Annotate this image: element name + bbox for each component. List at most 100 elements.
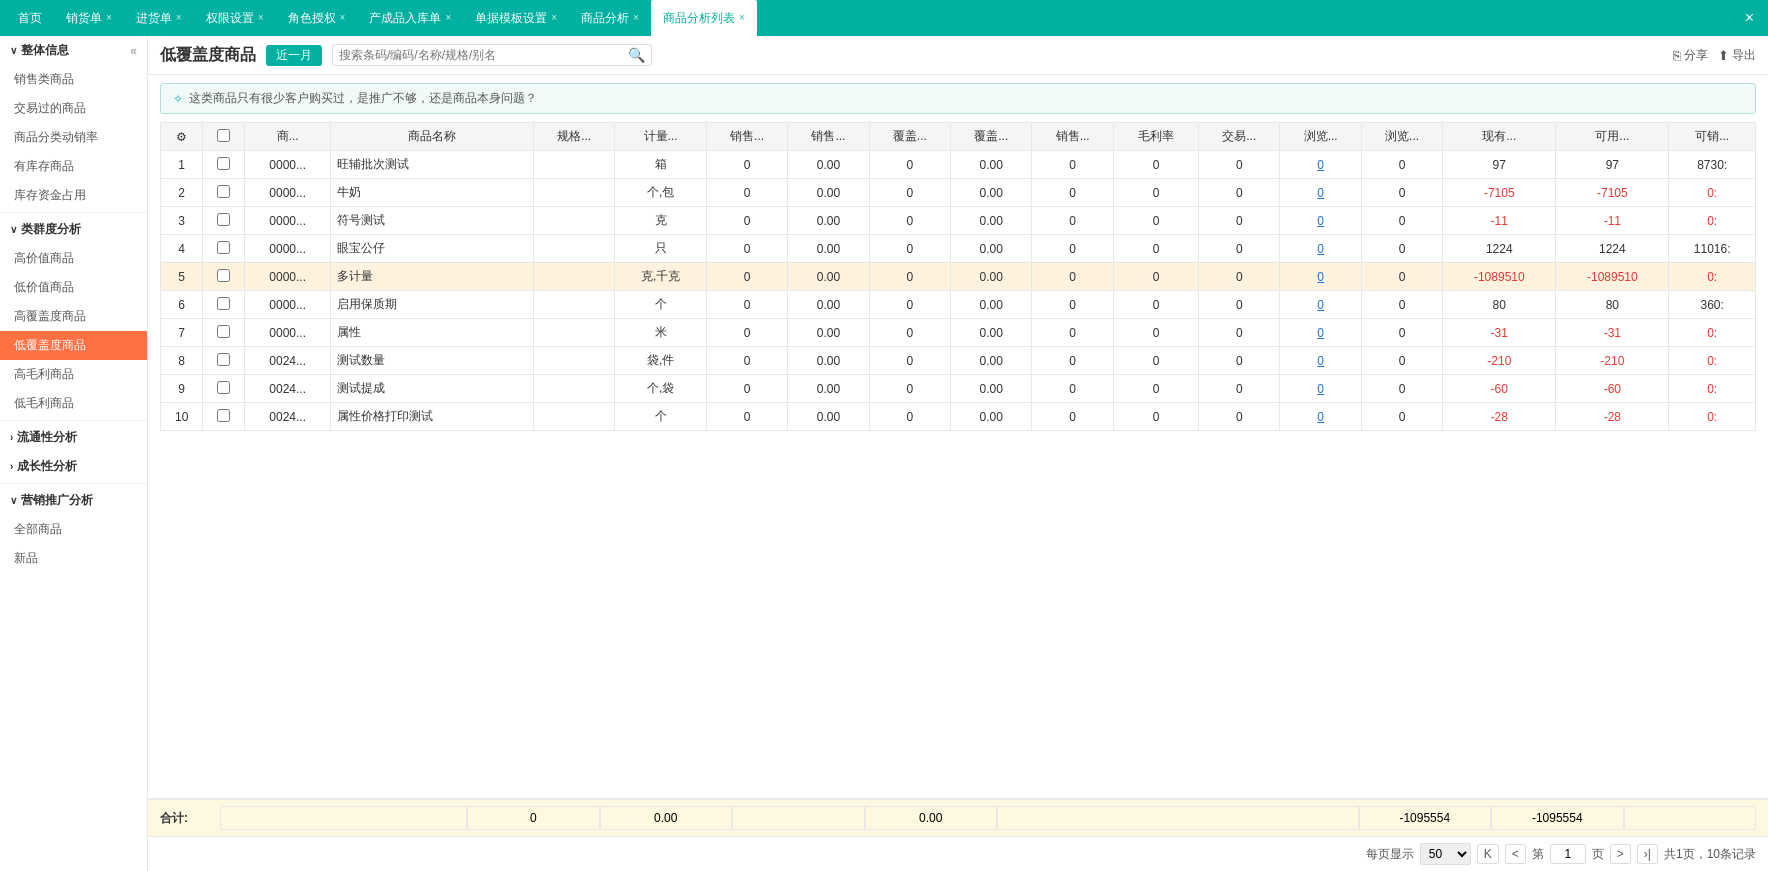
sidebar-section-overall[interactable]: ∨ 整体信息 « bbox=[0, 36, 147, 65]
cell-view1[interactable]: 0 bbox=[1280, 403, 1361, 431]
sidebar-item-stock-capital[interactable]: 库存资金占用 bbox=[0, 181, 147, 210]
cell-sales-amt: 0.00 bbox=[788, 375, 869, 403]
sidebar-section-flow[interactable]: › 流通性分析 bbox=[0, 423, 147, 452]
cell-view1[interactable]: 0 bbox=[1280, 375, 1361, 403]
nav-purchase-order[interactable]: 进货单 × bbox=[124, 0, 194, 36]
nav-close-7[interactable]: × bbox=[633, 0, 639, 36]
sidebar-item-category-turnover[interactable]: 商品分类动销率 bbox=[0, 123, 147, 152]
row-checkbox[interactable] bbox=[217, 409, 230, 422]
prev-page-btn[interactable]: < bbox=[1505, 844, 1526, 864]
sidebar-item-low-coverage[interactable]: 低覆盖度商品 bbox=[0, 331, 147, 360]
nav-home[interactable]: 首页 bbox=[6, 0, 54, 36]
page-number-input[interactable] bbox=[1550, 844, 1586, 864]
cell-current-stock: 80 bbox=[1443, 291, 1556, 319]
cell-code: 0024... bbox=[244, 375, 331, 403]
nav-sales-order[interactable]: 销货单 × bbox=[54, 0, 124, 36]
sidebar-section-growth[interactable]: › 成长性分析 bbox=[0, 452, 147, 481]
col-coverage2: 覆盖... bbox=[951, 123, 1032, 151]
nav-template-settings[interactable]: 单据模板设置 × bbox=[463, 0, 569, 36]
nav-analysis-list[interactable]: 商品分析列表 × bbox=[651, 0, 757, 36]
sidebar-item-new-products[interactable]: 新品 bbox=[0, 544, 147, 573]
row-checkbox[interactable] bbox=[217, 325, 230, 338]
sidebar-item-low-value[interactable]: 低价值商品 bbox=[0, 273, 147, 302]
col-settings[interactable]: ⚙ bbox=[161, 123, 203, 151]
cell-transaction: 0 bbox=[1199, 319, 1280, 347]
table-row: 8 0024... 测试数量 袋,件 0 0.00 0 0.00 0 0 0 0… bbox=[161, 347, 1756, 375]
row-checkbox[interactable] bbox=[217, 297, 230, 310]
cell-checkbox[interactable] bbox=[203, 263, 245, 291]
collapse-icon[interactable]: « bbox=[130, 44, 137, 58]
cell-view1[interactable]: 0 bbox=[1280, 319, 1361, 347]
row-checkbox[interactable] bbox=[217, 157, 230, 170]
nav-product-instock[interactable]: 产成品入库单 × bbox=[357, 0, 463, 36]
sidebar-item-stocked-products[interactable]: 有库存商品 bbox=[0, 152, 147, 181]
last-page-btn[interactable]: ›| bbox=[1637, 844, 1658, 864]
nav-close-1[interactable]: × bbox=[106, 0, 112, 36]
nav-permissions[interactable]: 权限设置 × bbox=[194, 0, 276, 36]
cell-checkbox[interactable] bbox=[203, 319, 245, 347]
cell-view1[interactable]: 0 bbox=[1280, 347, 1361, 375]
cell-checkbox[interactable] bbox=[203, 291, 245, 319]
cell-sellable: 0: bbox=[1669, 347, 1756, 375]
sidebar-section-cluster[interactable]: ∨ 类群度分析 bbox=[0, 215, 147, 244]
footer-sales-amt: 0.00 bbox=[600, 806, 733, 830]
cell-view1[interactable]: 0 bbox=[1280, 291, 1361, 319]
sidebar-item-sales-products[interactable]: 销售类商品 bbox=[0, 65, 147, 94]
cell-checkbox[interactable] bbox=[203, 375, 245, 403]
page-label-post: 页 bbox=[1592, 846, 1604, 863]
cell-coverage2: 0.00 bbox=[951, 151, 1032, 179]
nav-role-auth[interactable]: 角色授权 × bbox=[276, 0, 358, 36]
nav-close-2[interactable]: × bbox=[176, 0, 182, 36]
first-page-btn[interactable]: K bbox=[1477, 844, 1499, 864]
sidebar-item-all-products[interactable]: 全部商品 bbox=[0, 515, 147, 544]
row-checkbox[interactable] bbox=[217, 381, 230, 394]
cell-checkbox[interactable] bbox=[203, 403, 245, 431]
cell-checkbox[interactable] bbox=[203, 179, 245, 207]
cell-view1[interactable]: 0 bbox=[1280, 151, 1361, 179]
cell-gross-margin: 0 bbox=[1113, 263, 1198, 291]
nav-close-3[interactable]: × bbox=[258, 0, 264, 36]
select-all-checkbox[interactable] bbox=[217, 129, 230, 142]
sidebar-item-traded-products[interactable]: 交易过的商品 bbox=[0, 94, 147, 123]
search-input[interactable] bbox=[339, 48, 624, 62]
per-page-select[interactable]: 50 20 100 bbox=[1420, 843, 1471, 865]
row-checkbox[interactable] bbox=[217, 213, 230, 226]
row-checkbox[interactable] bbox=[217, 241, 230, 254]
cell-view1[interactable]: 0 bbox=[1280, 207, 1361, 235]
cell-checkbox[interactable] bbox=[203, 207, 245, 235]
nav-close-5[interactable]: × bbox=[445, 0, 451, 36]
nav-close-8[interactable]: × bbox=[739, 0, 745, 36]
cell-coverage1: 0 bbox=[869, 151, 950, 179]
cell-coverage2: 0.00 bbox=[951, 263, 1032, 291]
cell-checkbox[interactable] bbox=[203, 235, 245, 263]
cell-coverage1: 0 bbox=[869, 319, 950, 347]
row-checkbox[interactable] bbox=[217, 185, 230, 198]
cell-checkbox[interactable] bbox=[203, 347, 245, 375]
nav-product-analysis[interactable]: 商品分析 × bbox=[569, 0, 651, 36]
search-icon[interactable]: 🔍 bbox=[628, 47, 645, 63]
cell-view2: 0 bbox=[1361, 375, 1442, 403]
row-checkbox[interactable] bbox=[217, 269, 230, 282]
sidebar-item-high-margin[interactable]: 高毛利商品 bbox=[0, 360, 147, 389]
nav-close-6[interactable]: × bbox=[551, 0, 557, 36]
cell-view2: 0 bbox=[1361, 403, 1442, 431]
row-checkbox[interactable] bbox=[217, 353, 230, 366]
cell-view1[interactable]: 0 bbox=[1280, 263, 1361, 291]
close-all-tabs[interactable]: × bbox=[1737, 9, 1762, 27]
sidebar-item-low-margin[interactable]: 低毛利商品 bbox=[0, 389, 147, 418]
share-button[interactable]: ⎘ 分享 bbox=[1673, 47, 1708, 64]
cell-view1[interactable]: 0 bbox=[1280, 179, 1361, 207]
col-checkbox[interactable] bbox=[203, 123, 245, 151]
sidebar-section-marketing[interactable]: ∨ 营销推广分析 bbox=[0, 486, 147, 515]
cell-view1[interactable]: 0 bbox=[1280, 235, 1361, 263]
cell-current-stock: -11 bbox=[1443, 207, 1556, 235]
sidebar-item-high-value[interactable]: 高价值商品 bbox=[0, 244, 147, 273]
cell-no: 4 bbox=[161, 235, 203, 263]
nav-close-4[interactable]: × bbox=[340, 0, 346, 36]
sidebar-item-high-coverage[interactable]: 高覆盖度商品 bbox=[0, 302, 147, 331]
cell-checkbox[interactable] bbox=[203, 151, 245, 179]
next-page-btn[interactable]: > bbox=[1610, 844, 1631, 864]
cell-spec bbox=[533, 235, 614, 263]
export-button[interactable]: ⬆ 导出 bbox=[1718, 47, 1756, 64]
period-button[interactable]: 近一月 bbox=[266, 45, 322, 66]
